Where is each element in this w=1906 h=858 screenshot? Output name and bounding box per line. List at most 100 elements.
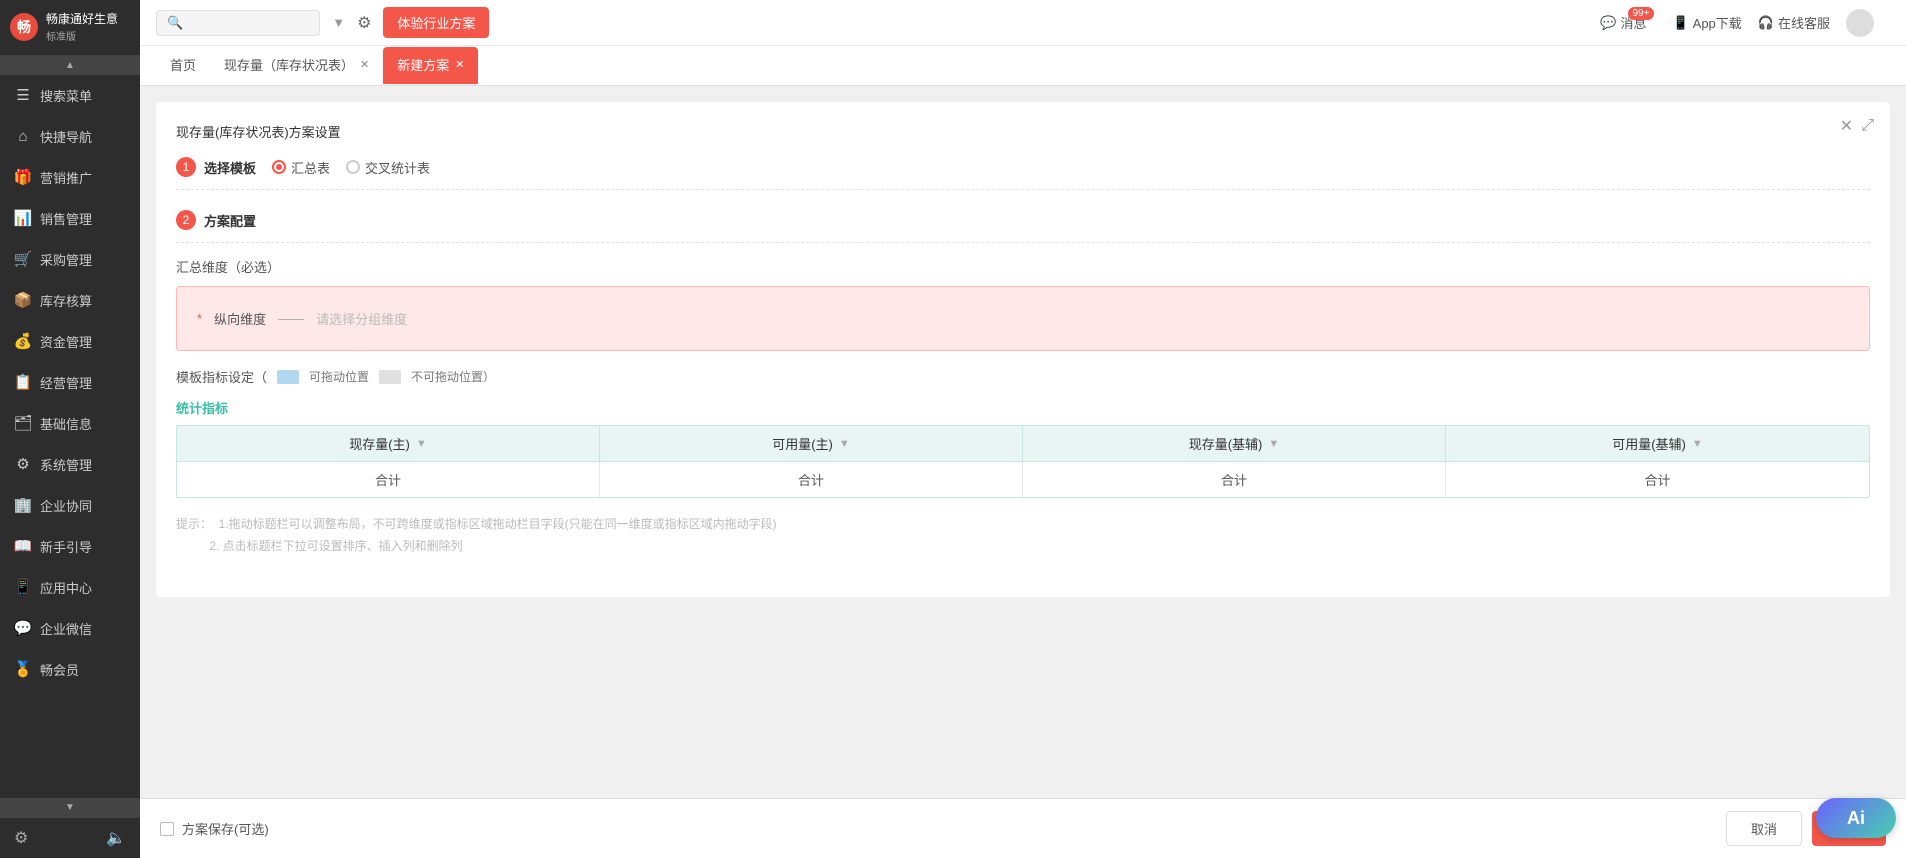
finance-icon: 💰 [14,332,32,350]
stats-col-4-header[interactable]: 可用量(基辅) ▼ [1446,426,1869,461]
ai-float-button[interactable]: Ai [1816,798,1896,838]
stats-col-4-chevron: ▼ [1692,438,1703,450]
sidebar-item-newbie[interactable]: 📖 新手引导 [0,526,140,567]
apps-icon: 📱 [14,578,32,596]
stats-col-3-label: 现存量(基辅) [1189,434,1263,453]
dimension-hint: 请选择分组维度 [316,309,407,328]
inventory-icon: 📦 [14,291,32,309]
ai-button-label: Ai [1847,808,1865,829]
logo-text-group: 畅康通好生意 标准版 [46,12,118,43]
settings-footer-icon[interactable]: ⚙ [14,828,28,848]
tab-new-plan-close[interactable]: ✕ [455,58,464,71]
step2-section: 2 方案配置 汇总维度（必选） * 纵向维度 —— 请选择分组维度 模板指标设定… [176,210,1870,557]
search-input[interactable] [189,16,309,30]
industry-plan-button[interactable]: 体验行业方案 [383,7,489,38]
save-option: 方案保存(可选) [160,819,269,838]
sidebar-item-label: 搜索菜单 [40,86,92,105]
sidebar-item-label: 经营管理 [40,373,92,392]
dimension-required-star: * [197,311,202,326]
cancel-button[interactable]: 取消 [1726,811,1802,846]
tab-new-plan[interactable]: 新建方案 ✕ [383,47,478,84]
stats-cell-3: 合计 [1023,462,1446,497]
panel-expand-button[interactable]: ⤢ [1861,116,1874,136]
content-area: ✕ ⤢ 现存量(库存状况表)方案设置 1 选择模板 汇总表 [140,86,1906,798]
sidebar-logo: 畅 畅康通好生意 标准版 [0,0,140,56]
sidebar-item-enterprise[interactable]: 🏢 企业协同 [0,485,140,526]
panel-actions: ✕ ⤢ [1840,116,1874,136]
purchase-icon: 🛒 [14,250,32,268]
sidebar-footer: ⚙ 🔈 [0,817,140,858]
radio-cross-dot [346,160,360,174]
sidebar-item-label: 应用中心 [40,578,92,597]
topbar-gear-icon[interactable]: ⚙ [357,13,371,33]
message-button[interactable]: 💬 消息 99+ [1600,13,1646,32]
step2-header: 2 方案配置 [176,210,1870,243]
stats-col-1-chevron: ▼ [416,438,427,450]
dimension-label: 汇总维度（必选） [176,257,1870,276]
radio-summary-dot [272,160,286,174]
step2-title: 方案配置 [204,211,256,230]
sidebar-item-business[interactable]: 📋 经营管理 [0,362,140,403]
app-name: 畅康通好生意 [46,12,118,28]
tab-new-plan-label: 新建方案 [397,55,449,74]
search-icon: 🔍 [167,15,183,31]
stats-col-3-header[interactable]: 现存量(基辅) ▼ [1023,426,1446,461]
app-download-icon: 📱 [1672,15,1688,31]
sidebar-scroll-down[interactable]: ▼ [0,798,140,817]
sales-icon: 📊 [14,209,32,227]
panel-close-button[interactable]: ✕ [1840,116,1853,136]
tab-inventory-status[interactable]: 现存量（库存状况表） ✕ [210,47,383,84]
sidebar-item-marketing[interactable]: 🎁 营销推广 [0,157,140,198]
member-icon: 🏅 [14,660,32,678]
avatar[interactable] [1846,9,1874,37]
sidebar-item-basics[interactable]: 🗂 基础信息 [0,403,140,444]
sidebar-scroll-up[interactable]: ▲ [0,56,140,75]
stats-col-1-header[interactable]: 现存量(主) ▼ [177,426,600,461]
tab-home[interactable]: 首页 [156,47,210,84]
save-checkbox[interactable] [160,822,174,836]
sidebar-item-quick-nav[interactable]: ⌂ 快捷导航 [0,116,140,157]
logo-icon: 畅 [10,13,38,41]
tab-bar: 首页 现存量（库存状况表） ✕ 新建方案 ✕ [140,46,1906,86]
business-icon: 📋 [14,373,32,391]
sidebar-item-purchase[interactable]: 🛒 采购管理 [0,239,140,280]
step1-section: 1 选择模板 汇总表 交叉统计表 [176,157,1870,190]
sidebar-item-sales[interactable]: 📊 销售管理 [0,198,140,239]
sidebar-item-system[interactable]: ⚙ 系统管理 [0,444,140,485]
radio-summary[interactable]: 汇总表 [272,158,330,177]
sidebar-nav: ☰ 搜索菜单 ⌂ 快捷导航 🎁 营销推广 📊 销售管理 🛒 采购管理 📦 库存核… [0,75,140,798]
sound-footer-icon[interactable]: 🔈 [106,828,126,848]
topbar: 🔍 ▼ ⚙ 体验行业方案 💬 消息 99+ 📱 App下载 🎧 在线客服 [140,0,1906,46]
system-icon: ⚙ [14,455,32,473]
sidebar-item-label: 系统管理 [40,455,92,474]
sidebar-item-apps[interactable]: 📱 应用中心 [0,567,140,608]
stats-col-2-header[interactable]: 可用量(主) ▼ [600,426,1023,461]
sidebar-item-label: 销售管理 [40,209,92,228]
sidebar: 畅 畅康通好生意 标准版 ▲ ☰ 搜索菜单 ⌂ 快捷导航 🎁 营销推广 📊 销售… [0,0,140,858]
online-service-button[interactable]: 🎧 在线客服 [1758,13,1830,32]
page-title: 现存量(库存状况表)方案设置 [176,122,1870,141]
dimension-box[interactable]: * 纵向维度 —— 请选择分组维度 [176,286,1870,351]
stats-col-1-label: 现存量(主) [349,434,410,453]
non-draggable-indicator [379,370,401,384]
topbar-left: 🔍 ▼ ⚙ 体验行业方案 [156,7,489,38]
template-radio-group: 汇总表 交叉统计表 [272,158,430,177]
stats-section: 统计指标 现存量(主) ▼ 可用量(主) ▼ [176,398,1870,498]
sidebar-item-search-menu[interactable]: ☰ 搜索菜单 [0,75,140,116]
stats-cell-2: 合计 [600,462,1023,497]
sidebar-item-member[interactable]: 🏅 畅会员 [0,649,140,690]
search-menu-icon: ☰ [14,86,32,104]
sidebar-item-finance[interactable]: 💰 资金管理 [0,321,140,362]
sidebar-item-label: 企业微信 [40,619,92,638]
sidebar-item-label: 库存核算 [40,291,92,310]
tab-inventory-status-close[interactable]: ✕ [360,58,369,71]
quick-nav-icon: ⌂ [14,127,32,145]
stats-col-2-label: 可用量(主) [772,434,833,453]
main-area: 🔍 ▼ ⚙ 体验行业方案 💬 消息 99+ 📱 App下载 🎧 在线客服 [140,0,1906,858]
topbar-dropdown-icon[interactable]: ▼ [332,15,345,30]
radio-cross[interactable]: 交叉统计表 [346,158,430,177]
sidebar-item-wechat[interactable]: 💬 企业微信 [0,608,140,649]
sidebar-item-inventory[interactable]: 📦 库存核算 [0,280,140,321]
app-download-button[interactable]: 📱 App下载 [1672,13,1741,32]
stats-col-2-chevron: ▼ [839,438,850,450]
